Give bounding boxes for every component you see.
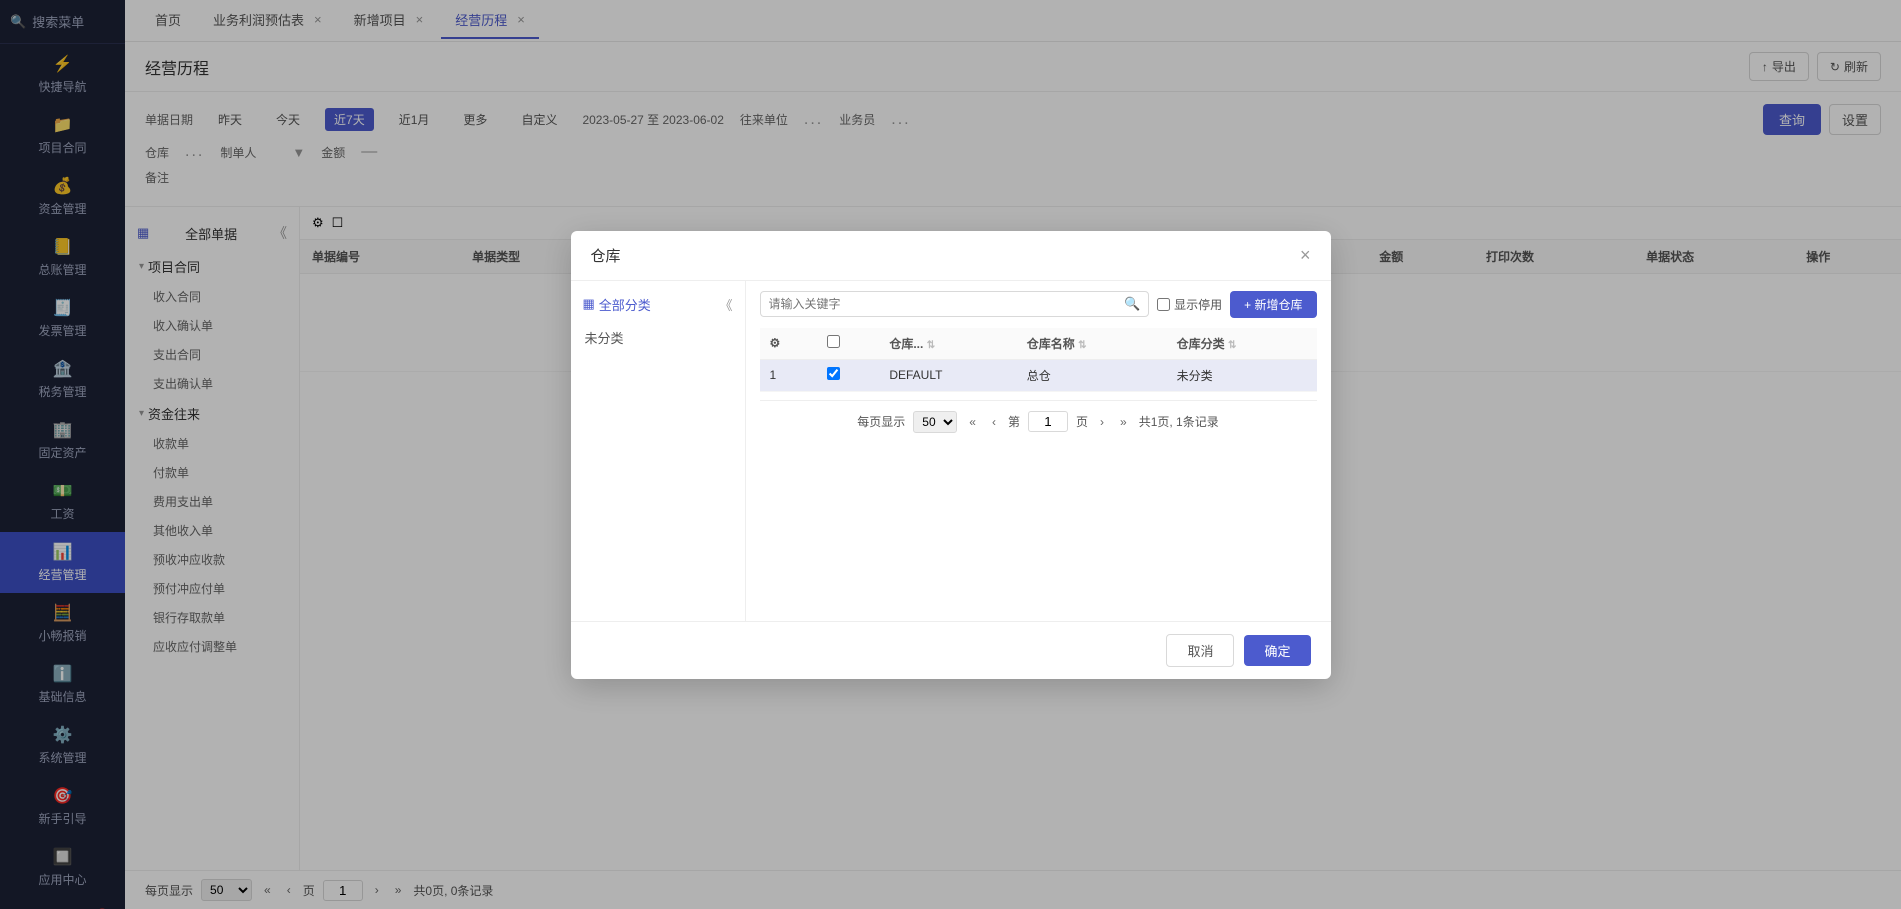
- row-settings[interactable]: 1: [760, 359, 818, 391]
- row-code: DEFAULT: [879, 359, 1016, 391]
- modal-body: ▦ 全部分类 《 未分类 🔍 显示停用 + 新增仓库: [571, 281, 1331, 621]
- warehouse-modal: 仓库 × ▦ 全部分类 《 未分类 🔍 显: [571, 231, 1331, 679]
- row-name: 总仓: [1017, 359, 1167, 391]
- add-warehouse-button[interactable]: + 新增仓库: [1230, 291, 1316, 318]
- modal-footer: 取消 确定: [571, 621, 1331, 679]
- modal-total-label: 共1页, 1条记录: [1139, 413, 1219, 430]
- modal-per-page-label: 每页显示: [857, 413, 905, 430]
- row-category: 未分类: [1167, 359, 1317, 391]
- category-item-unclassified[interactable]: 未分类: [571, 322, 745, 353]
- modal-page-label: 第: [1008, 413, 1020, 430]
- search-input-wrap: 🔍: [760, 291, 1150, 317]
- modal-close-button[interactable]: ×: [1300, 245, 1311, 266]
- table-row[interactable]: 1 DEFAULT 总仓 未分类: [760, 359, 1317, 391]
- category-all-btn[interactable]: ▦ 全部分类: [583, 295, 651, 314]
- modal-page-suffix: 页: [1076, 413, 1088, 430]
- select-all-checkbox[interactable]: [827, 335, 840, 348]
- th-category-label: 仓库分类: [1177, 337, 1225, 351]
- th-name[interactable]: 仓库名称 ⇅: [1017, 328, 1167, 360]
- show-disabled-text: 显示停用: [1174, 296, 1222, 313]
- category-grid-icon: ▦: [583, 296, 595, 312]
- th-settings[interactable]: ⚙: [760, 328, 818, 360]
- modal-per-page-select[interactable]: 50: [913, 411, 957, 433]
- th-category[interactable]: 仓库分类 ⇅: [1167, 328, 1317, 360]
- modal-header: 仓库 ×: [571, 231, 1331, 281]
- warehouse-table: ⚙ 仓库... ⇅ 仓库名称 ⇅ 仓库分类 ⇅: [760, 328, 1317, 392]
- search-icon[interactable]: 🔍: [1124, 296, 1140, 312]
- confirm-button[interactable]: 确定: [1244, 635, 1310, 666]
- warehouse-toolbar: 🔍 显示停用 + 新增仓库: [760, 291, 1317, 318]
- modal-page-input[interactable]: [1028, 411, 1068, 432]
- sort-name-icon: ⇅: [1078, 340, 1086, 351]
- modal-title: 仓库: [591, 245, 621, 266]
- modal-prev-btn[interactable]: ‹: [988, 413, 1000, 431]
- th-name-label: 仓库名称: [1027, 337, 1075, 351]
- modal-first-btn[interactable]: «: [965, 413, 980, 431]
- show-disabled-checkbox[interactable]: [1157, 298, 1170, 311]
- category-header: ▦ 全部分类 《: [571, 291, 745, 322]
- warehouse-search-input[interactable]: [769, 297, 1120, 311]
- th-settings-icon: ⚙: [770, 336, 781, 350]
- warehouse-table-header-row: ⚙ 仓库... ⇅ 仓库名称 ⇅ 仓库分类 ⇅: [760, 328, 1317, 360]
- modal-pagination: 每页显示 50 « ‹ 第 页 › » 共1页, 1条记录: [760, 400, 1317, 443]
- sort-category-icon: ⇅: [1228, 340, 1236, 351]
- cancel-button[interactable]: 取消: [1166, 634, 1234, 667]
- category-panel: ▦ 全部分类 《 未分类: [571, 281, 746, 621]
- th-code[interactable]: 仓库... ⇅: [879, 328, 1016, 360]
- row-checkbox[interactable]: [817, 359, 879, 391]
- modal-next-btn[interactable]: ›: [1096, 413, 1108, 431]
- show-disabled-label[interactable]: 显示停用: [1157, 296, 1222, 313]
- modal-last-btn[interactable]: »: [1116, 413, 1131, 431]
- th-code-label: 仓库...: [889, 337, 923, 351]
- category-all-label: 全部分类: [599, 295, 651, 314]
- th-checkbox[interactable]: [817, 328, 879, 360]
- category-collapse-btn[interactable]: 《: [719, 295, 732, 314]
- row-select-checkbox[interactable]: [827, 367, 840, 380]
- warehouse-panel: 🔍 显示停用 + 新增仓库 ⚙ 仓库... ⇅: [746, 281, 1331, 621]
- sort-code-icon: ⇅: [927, 340, 935, 351]
